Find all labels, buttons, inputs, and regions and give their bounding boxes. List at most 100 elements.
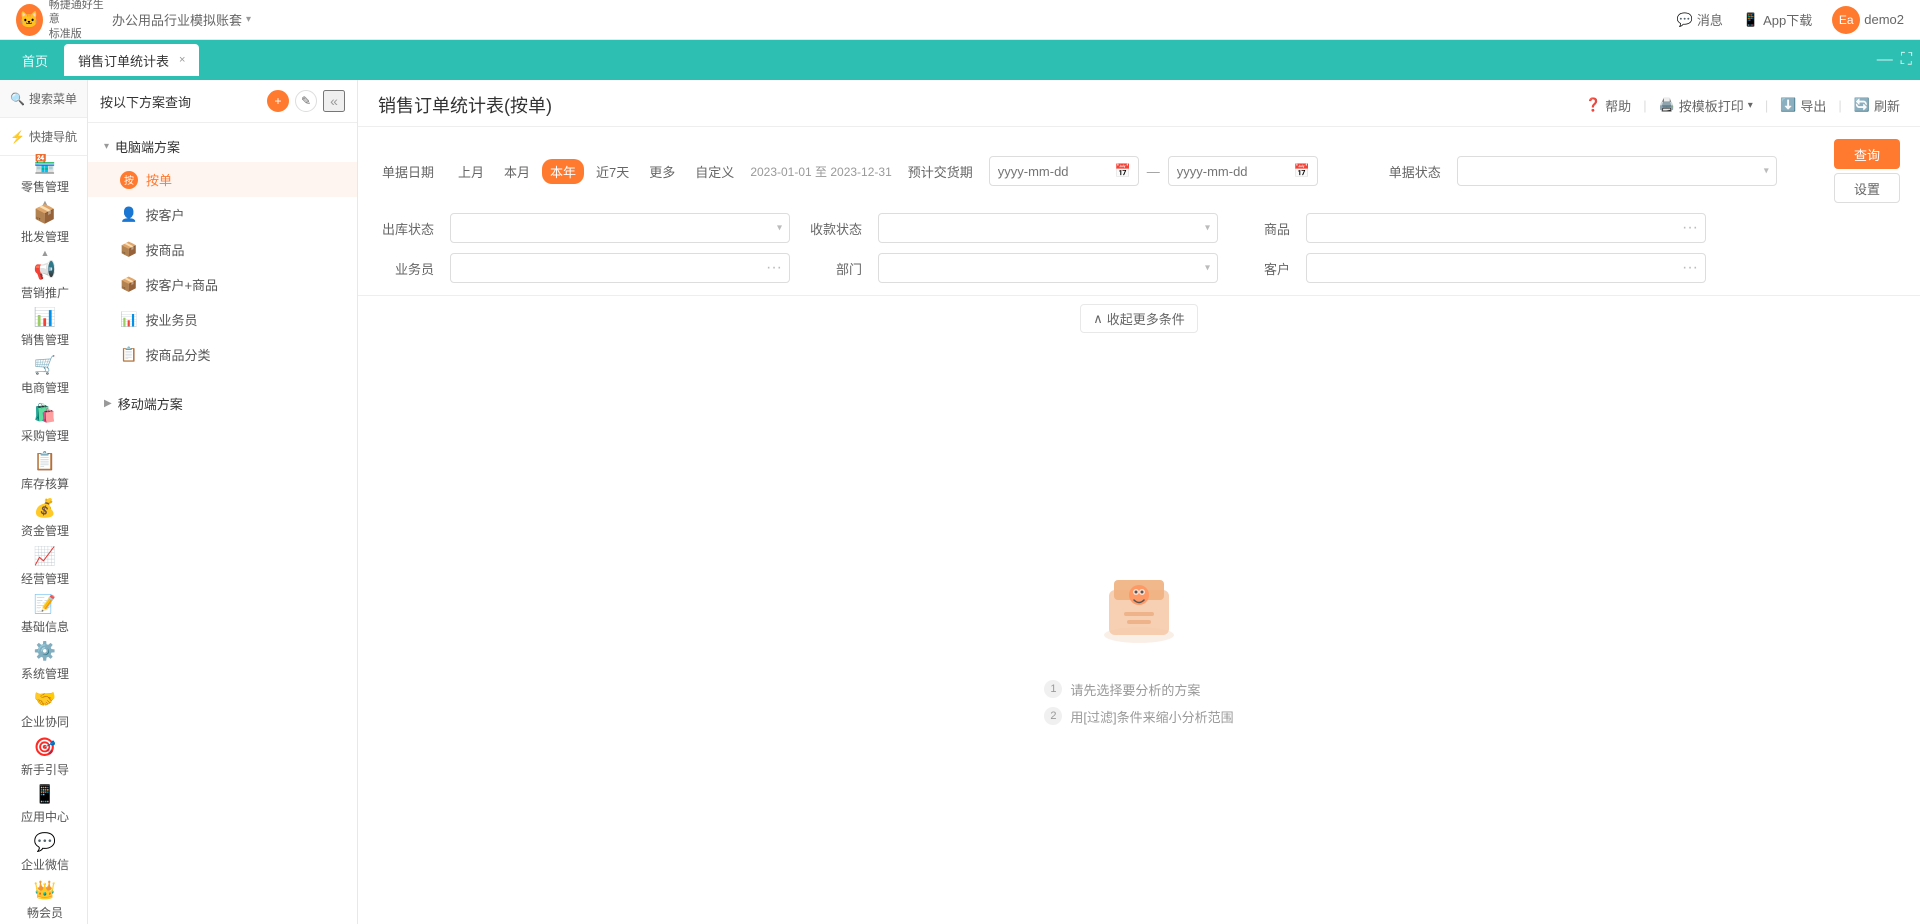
pc-group-arrow-icon: ▾: [104, 141, 109, 152]
sidebar-item-operations[interactable]: 📈 经营管理: [0, 543, 87, 591]
finance-icon: 💰: [34, 498, 56, 519]
sidebar-item-member[interactable]: 👑 畅会员: [0, 876, 87, 924]
date-tab-7days[interactable]: 近7天: [588, 159, 637, 184]
export-icon: ⬇️: [1780, 97, 1796, 113]
ecommerce-icon: 🛒: [34, 355, 56, 376]
page-title: 销售订单统计表(按单): [378, 92, 552, 118]
sidebar-item-beginner[interactable]: 🎯 新手引导: [0, 733, 87, 781]
print-button[interactable]: 🖨️ 按模板打印 ▾: [1659, 96, 1753, 115]
scheme-item-by-customer-goods[interactable]: 📦 按客户+商品: [88, 267, 357, 302]
expected-date-end-input[interactable]: [1168, 156, 1318, 186]
sidebar: 🔍 搜索菜单 ⚡ 快捷导航 🏪 零售管理 ▲ 📦 批发管理 ▲ 📢 营销推广 📊…: [0, 80, 88, 924]
single-status-label: 单据状态: [1385, 162, 1441, 181]
member-icon: 👑: [34, 880, 56, 901]
sidebar-item-basic-info[interactable]: 📝 基础信息: [0, 590, 87, 638]
scheme-item-by-goods[interactable]: 📦 按商品: [88, 232, 357, 267]
delivery-status-select[interactable]: [450, 213, 790, 243]
scheme-item-by-salesperson[interactable]: 📊 按业务员: [88, 302, 357, 337]
tab-home[interactable]: 首页: [8, 44, 62, 76]
salesperson-more-icon[interactable]: ···: [766, 259, 782, 277]
user-profile[interactable]: Ea demo2: [1832, 6, 1904, 34]
sidebar-item-system[interactable]: ⚙️ 系统管理: [0, 638, 87, 686]
content-area: 按以下方案查询 + ✎ « ▾ 电脑端方案 按 按单 👤 按客户: [88, 80, 1920, 924]
sidebar-item-purchase[interactable]: 🛍️ 采购管理: [0, 399, 87, 447]
sidebar-item-retail[interactable]: 🏪 零售管理 ▲: [0, 156, 87, 206]
mobile-group-arrow-icon: ▶: [104, 398, 112, 409]
query-button[interactable]: 查询: [1834, 139, 1900, 169]
by-order-icon: 按: [120, 171, 138, 189]
goods-input[interactable]: [1306, 213, 1706, 243]
sidebar-item-ecommerce[interactable]: 🛒 电商管理: [0, 352, 87, 400]
search-icon: 🔍: [10, 92, 25, 106]
sidebar-item-enterprise-collab[interactable]: 🤝 企业协同: [0, 686, 87, 734]
help-button[interactable]: ❓ 帮助: [1585, 96, 1631, 115]
delivery-status-wrap: ▾: [450, 213, 790, 243]
date-tab-last-month[interactable]: 上月: [450, 159, 492, 184]
collapse-row: ∧ 收起更多条件: [358, 296, 1920, 341]
scheme-group-mobile: ▶ 移动端方案: [88, 380, 357, 427]
delivery-status-label: 出库状态: [378, 219, 434, 238]
customer-wrap: ···: [1306, 253, 1706, 283]
payment-status-select[interactable]: [878, 213, 1218, 243]
breadcrumb-dropdown-icon[interactable]: ▾: [246, 14, 251, 25]
customer-input[interactable]: [1306, 253, 1706, 283]
payment-status-wrap: ▾: [878, 213, 1218, 243]
wechat-icon: 💬: [34, 832, 56, 853]
date-tab-more[interactable]: 更多: [641, 159, 683, 184]
sidebar-item-app-center[interactable]: 📱 应用中心: [0, 781, 87, 829]
goods-more-icon[interactable]: ···: [1682, 219, 1698, 237]
page-actions: ❓ 帮助 | 🖨️ 按模板打印 ▾ | ⬇️ 导出 |: [1585, 96, 1900, 115]
quick-nav-button[interactable]: ⚡ 快捷导航: [0, 118, 87, 156]
scheme-item-by-goods-category[interactable]: 📋 按商品分类: [88, 337, 357, 372]
sidebar-item-finance[interactable]: 💰 资金管理: [0, 495, 87, 543]
expected-date-start-input[interactable]: [989, 156, 1139, 186]
single-status-select[interactable]: [1457, 156, 1777, 186]
sidebar-item-wholesale[interactable]: 📦 批发管理 ▲: [0, 206, 87, 256]
top-bar-left: 🐱 畅捷通好生意 标准版 办公用品行业模拟账套 ▾: [16, 0, 251, 41]
salesperson-input[interactable]: [450, 253, 790, 283]
scheme-item-by-order[interactable]: 按 按单: [88, 162, 357, 197]
scheme-item-by-customer[interactable]: 👤 按客户: [88, 197, 357, 232]
nav-icon: ⚡: [10, 130, 25, 144]
app-download-button[interactable]: 📱 App下载: [1743, 10, 1812, 29]
refresh-icon: 🔄: [1854, 97, 1870, 113]
department-label: 部门: [806, 259, 862, 278]
sidebar-item-inventory[interactable]: 📋 库存核算: [0, 447, 87, 495]
by-goods-icon: 📦: [120, 241, 137, 258]
filter-row-2: 出库状态 ▾ 收款状态 ▾ 商品: [378, 213, 1900, 243]
date-tabs: 上月 本月 本年 近7天 更多 自定义 2023-01-01 至 2023-12…: [450, 159, 892, 184]
basic-info-icon: 📝: [34, 594, 56, 615]
search-menu-button[interactable]: 🔍 搜索菜单: [0, 80, 87, 118]
message-button[interactable]: 💬 消息: [1677, 10, 1723, 29]
filter-action-buttons: 查询 设置: [1834, 139, 1900, 203]
scheme-group-mobile-header[interactable]: ▶ 移动端方案: [88, 388, 357, 419]
edit-scheme-button[interactable]: ✎: [295, 90, 317, 112]
refresh-button[interactable]: 🔄 刷新: [1854, 96, 1900, 115]
date-tab-custom[interactable]: 自定义: [687, 159, 742, 184]
fullscreen-button[interactable]: ⛶: [1901, 51, 1912, 69]
export-button[interactable]: ⬇️ 导出: [1780, 96, 1826, 115]
inventory-icon: 📋: [34, 451, 56, 472]
help-icon: ❓: [1585, 97, 1601, 113]
top-bar: 🐱 畅捷通好生意 标准版 办公用品行业模拟账套 ▾ 💬 消息 📱 App下载 E…: [0, 0, 1920, 40]
sidebar-item-sales[interactable]: 📊 销售管理: [0, 304, 87, 352]
tab-sales-order-stats[interactable]: 销售订单统计表 ×: [64, 44, 199, 76]
expected-date-label: 预计交货期: [908, 162, 973, 181]
settings-button[interactable]: 设置: [1834, 173, 1900, 203]
date-tab-this-month[interactable]: 本月: [496, 159, 538, 184]
tab-close-icon[interactable]: ×: [179, 54, 185, 66]
customer-more-icon[interactable]: ···: [1682, 259, 1698, 277]
collapse-filters-button[interactable]: ∧ 收起更多条件: [1080, 304, 1198, 333]
date-tab-this-year[interactable]: 本年: [542, 159, 584, 184]
sidebar-item-marketing[interactable]: 📢 营销推广: [0, 256, 87, 304]
app-center-icon: 📱: [34, 784, 56, 805]
collapse-scheme-panel-button[interactable]: «: [323, 90, 345, 112]
department-select[interactable]: [878, 253, 1218, 283]
minimize-button[interactable]: —: [1877, 51, 1893, 69]
add-scheme-button[interactable]: +: [267, 90, 289, 112]
scheme-group-pc-header[interactable]: ▾ 电脑端方案: [88, 131, 357, 162]
system-icon: ⚙️: [34, 641, 56, 662]
sidebar-item-enterprise-wechat[interactable]: 💬 企业微信: [0, 829, 87, 877]
wholesale-icon: 📦: [34, 204, 56, 225]
logo-text: 畅捷通好生意 标准版: [49, 0, 104, 41]
